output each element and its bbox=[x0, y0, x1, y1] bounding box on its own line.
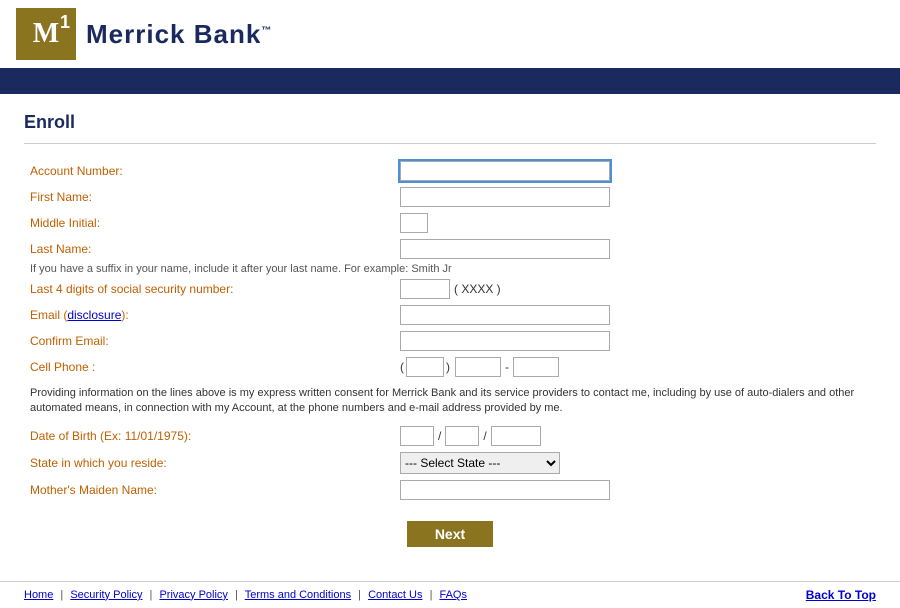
phone-prefix-input[interactable] bbox=[455, 357, 501, 377]
phone-dash: - bbox=[505, 360, 509, 374]
phone-number-input[interactable] bbox=[513, 357, 559, 377]
footer-link-security[interactable]: Security Policy bbox=[70, 589, 142, 601]
confirm-email-label: Confirm Email: bbox=[24, 328, 394, 354]
email-label: Email (disclosure): bbox=[24, 302, 394, 328]
bank-name: Merrick Bank™ bbox=[86, 19, 272, 50]
dob-row: Date of Birth (Ex: 11/01/1975): / / bbox=[24, 423, 876, 449]
cell-phone-row: Cell Phone : ( ) - bbox=[24, 354, 876, 380]
next-button[interactable]: Next bbox=[407, 521, 493, 547]
first-name-label: First Name: bbox=[24, 184, 394, 210]
maiden-name-label: Mother's Maiden Name: bbox=[24, 477, 394, 503]
logo-m-letter: M bbox=[33, 18, 59, 50]
ssn-cell: ( XXXX ) bbox=[394, 276, 876, 302]
dob-year-input[interactable] bbox=[491, 426, 541, 446]
account-number-row: Account Number: bbox=[24, 158, 876, 184]
cell-phone-label: Cell Phone : bbox=[24, 354, 394, 380]
page-title: Enroll bbox=[24, 112, 876, 133]
footer-link-privacy[interactable]: Privacy Policy bbox=[159, 589, 227, 601]
suffix-note: If you have a suffix in your name, inclu… bbox=[24, 262, 876, 276]
footer-link-contact[interactable]: Contact Us bbox=[368, 589, 422, 601]
footer-link-terms[interactable]: Terms and Conditions bbox=[245, 589, 351, 601]
state-select[interactable]: --- Select State ---AlabamaAlaskaArizona… bbox=[400, 452, 560, 474]
ssn-label: Last 4 digits of social security number: bbox=[24, 276, 394, 302]
state-row: State in which you reside: --- Select St… bbox=[24, 449, 876, 477]
middle-initial-input[interactable] bbox=[400, 213, 428, 233]
back-to-top-link[interactable]: Back To Top bbox=[806, 588, 876, 602]
dob-slash2: / bbox=[483, 429, 486, 443]
email-cell bbox=[394, 302, 876, 328]
confirm-email-row: Confirm Email: bbox=[24, 328, 876, 354]
logo-1-number: 1 bbox=[60, 12, 70, 33]
dob-month-input[interactable] bbox=[400, 426, 434, 446]
disclosure-link[interactable]: disclosure bbox=[67, 308, 121, 322]
ssn-input[interactable] bbox=[400, 279, 450, 299]
email-row: Email (disclosure): bbox=[24, 302, 876, 328]
consent-row: Providing information on the lines above… bbox=[24, 380, 876, 423]
navy-bar bbox=[0, 72, 900, 94]
dob-slash1: / bbox=[438, 429, 441, 443]
maiden-name-row: Mother's Maiden Name: bbox=[24, 477, 876, 503]
last-name-cell bbox=[394, 236, 876, 262]
account-number-input[interactable] bbox=[400, 161, 610, 181]
last-name-label: Last Name: bbox=[24, 236, 394, 262]
last-name-input[interactable] bbox=[400, 239, 610, 259]
next-button-row: Next bbox=[24, 503, 876, 565]
confirm-email-cell bbox=[394, 328, 876, 354]
header: M 1 Merrick Bank™ bbox=[0, 0, 900, 72]
middle-initial-label: Middle Initial: bbox=[24, 210, 394, 236]
ssn-hint: ( XXXX ) bbox=[454, 282, 501, 296]
ssn-row: Last 4 digits of social security number:… bbox=[24, 276, 876, 302]
account-number-cell bbox=[394, 158, 876, 184]
footer: Home | Security Policy | Privacy Policy … bbox=[0, 581, 900, 608]
first-name-input[interactable] bbox=[400, 187, 610, 207]
middle-initial-cell bbox=[394, 210, 876, 236]
main-content: Enroll Account Number: First Name: Middl… bbox=[0, 94, 900, 575]
confirm-email-input[interactable] bbox=[400, 331, 610, 351]
maiden-name-cell bbox=[394, 477, 876, 503]
suffix-note-row: If you have a suffix in your name, inclu… bbox=[24, 262, 876, 276]
footer-links: Home | Security Policy | Privacy Policy … bbox=[24, 589, 471, 601]
maiden-name-input[interactable] bbox=[400, 480, 610, 500]
state-cell: --- Select State ---AlabamaAlaskaArizona… bbox=[394, 449, 876, 477]
cell-phone-cell: ( ) - bbox=[394, 354, 876, 380]
dob-label: Date of Birth (Ex: 11/01/1975): bbox=[24, 423, 394, 449]
footer-link-faqs[interactable]: FAQs bbox=[439, 589, 467, 601]
divider bbox=[24, 143, 876, 144]
phone-paren-close: ) bbox=[446, 360, 450, 374]
phone-paren-open: ( bbox=[400, 360, 404, 374]
dob-cell: / / bbox=[394, 423, 876, 449]
state-label: State in which you reside: bbox=[24, 449, 394, 477]
footer-link-home[interactable]: Home bbox=[24, 589, 53, 601]
dob-day-input[interactable] bbox=[445, 426, 479, 446]
email-input[interactable] bbox=[400, 305, 610, 325]
phone-area-input[interactable] bbox=[406, 357, 444, 377]
first-name-cell bbox=[394, 184, 876, 210]
logo-box: M 1 bbox=[16, 8, 76, 60]
consent-text: Providing information on the lines above… bbox=[24, 380, 876, 423]
account-number-label: Account Number: bbox=[24, 158, 394, 184]
middle-initial-row: Middle Initial: bbox=[24, 210, 876, 236]
enroll-form: Account Number: First Name: Middle Initi… bbox=[24, 158, 876, 565]
last-name-row: Last Name: bbox=[24, 236, 876, 262]
first-name-row: First Name: bbox=[24, 184, 876, 210]
